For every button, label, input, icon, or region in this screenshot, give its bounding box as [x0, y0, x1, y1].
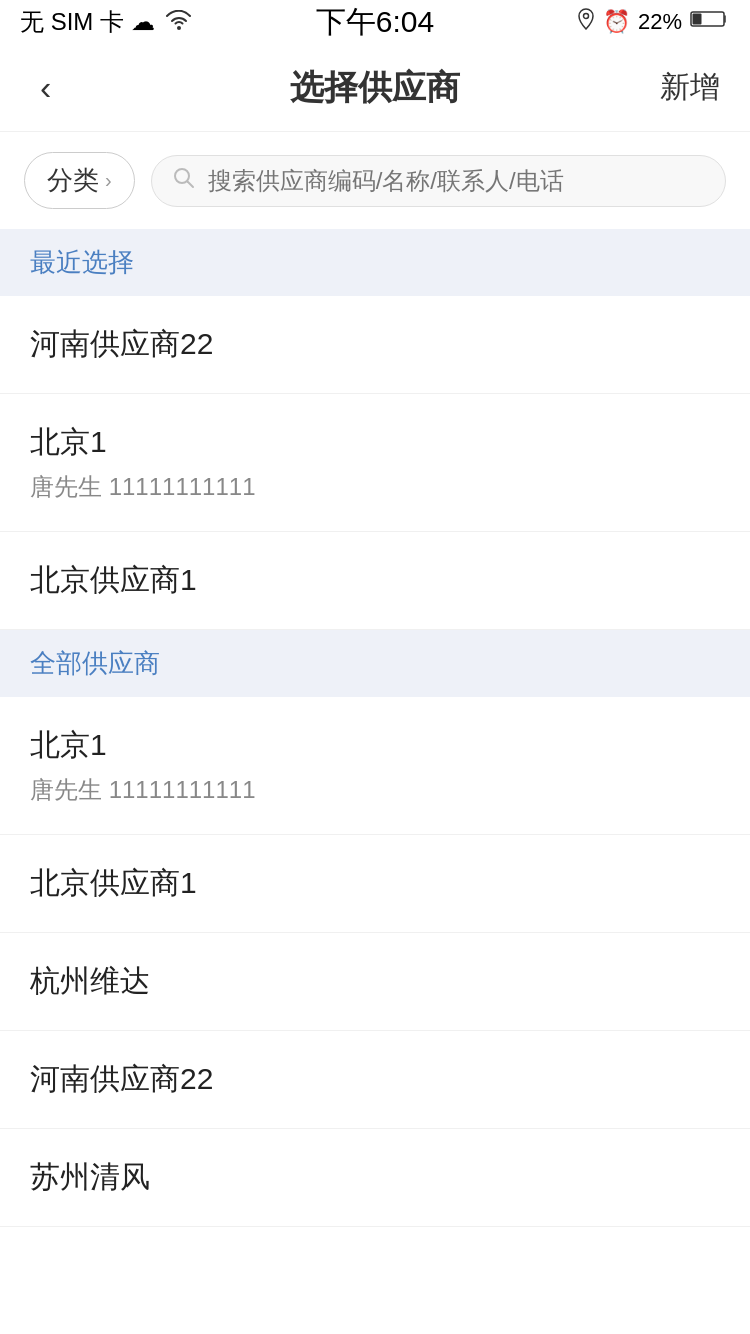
no-sim-text: 无 SIM 卡 ☁: [20, 6, 155, 38]
item-name: 北京供应商1: [30, 560, 720, 601]
nav-bar: ‹ 选择供应商 新增: [0, 44, 750, 132]
recent-list-item[interactable]: 河南供应商22: [0, 296, 750, 394]
all-list-item[interactable]: 北京1 唐先生 11111111111: [0, 697, 750, 835]
status-bar: 无 SIM 卡 ☁ 下午6:04 ⏰ 22%: [0, 0, 750, 44]
all-section-header: 全部供应商: [0, 630, 750, 697]
category-label: 分类: [47, 163, 99, 198]
all-list-item[interactable]: 杭州维达: [0, 933, 750, 1031]
all-list-item[interactable]: 苏州清风: [0, 1129, 750, 1227]
status-left: 无 SIM 卡 ☁: [20, 6, 193, 38]
alarm-icon: ⏰: [603, 9, 630, 35]
item-name: 河南供应商22: [30, 324, 720, 365]
all-list-item[interactable]: 河南供应商22: [0, 1031, 750, 1129]
page-title: 选择供应商: [290, 65, 460, 111]
item-name: 北京1: [30, 422, 720, 463]
recent-section-header: 最近选择: [0, 229, 750, 296]
chevron-right-icon: ›: [105, 169, 112, 192]
category-filter-button[interactable]: 分类 ›: [24, 152, 135, 209]
svg-rect-2: [693, 14, 702, 25]
recent-list-item[interactable]: 北京1 唐先生 11111111111: [0, 394, 750, 532]
status-right: ⏰ 22%: [577, 8, 730, 36]
add-button[interactable]: 新增: [660, 67, 720, 108]
battery-text: 22%: [638, 9, 682, 35]
all-section-label: 全部供应商: [30, 648, 160, 678]
svg-line-4: [187, 181, 193, 187]
recent-list-item[interactable]: 北京供应商1: [0, 532, 750, 630]
filter-bar: 分类 ›: [0, 132, 750, 229]
item-name: 杭州维达: [30, 961, 720, 1002]
wifi-icon: [165, 8, 193, 36]
search-input[interactable]: [208, 167, 705, 195]
item-name: 北京1: [30, 725, 720, 766]
recent-list: 河南供应商22 北京1 唐先生 11111111111 北京供应商1: [0, 296, 750, 630]
svg-point-0: [583, 14, 588, 19]
search-icon: [172, 166, 196, 196]
search-bar[interactable]: [151, 155, 726, 207]
item-name: 苏州清风: [30, 1157, 720, 1198]
item-name: 北京供应商1: [30, 863, 720, 904]
back-button[interactable]: ‹: [30, 58, 61, 117]
all-list-item[interactable]: 北京供应商1: [0, 835, 750, 933]
item-name: 河南供应商22: [30, 1059, 720, 1100]
all-list: 北京1 唐先生 11111111111 北京供应商1 杭州维达河南供应商22 苏州清风: [0, 697, 750, 1227]
item-sub: 唐先生 11111111111: [30, 774, 720, 806]
battery-icon: [690, 9, 730, 35]
item-sub: 唐先生 11111111111: [30, 471, 720, 503]
status-time: 下午6:04: [316, 2, 434, 43]
recent-section-label: 最近选择: [30, 247, 134, 277]
location-icon: [577, 8, 595, 36]
